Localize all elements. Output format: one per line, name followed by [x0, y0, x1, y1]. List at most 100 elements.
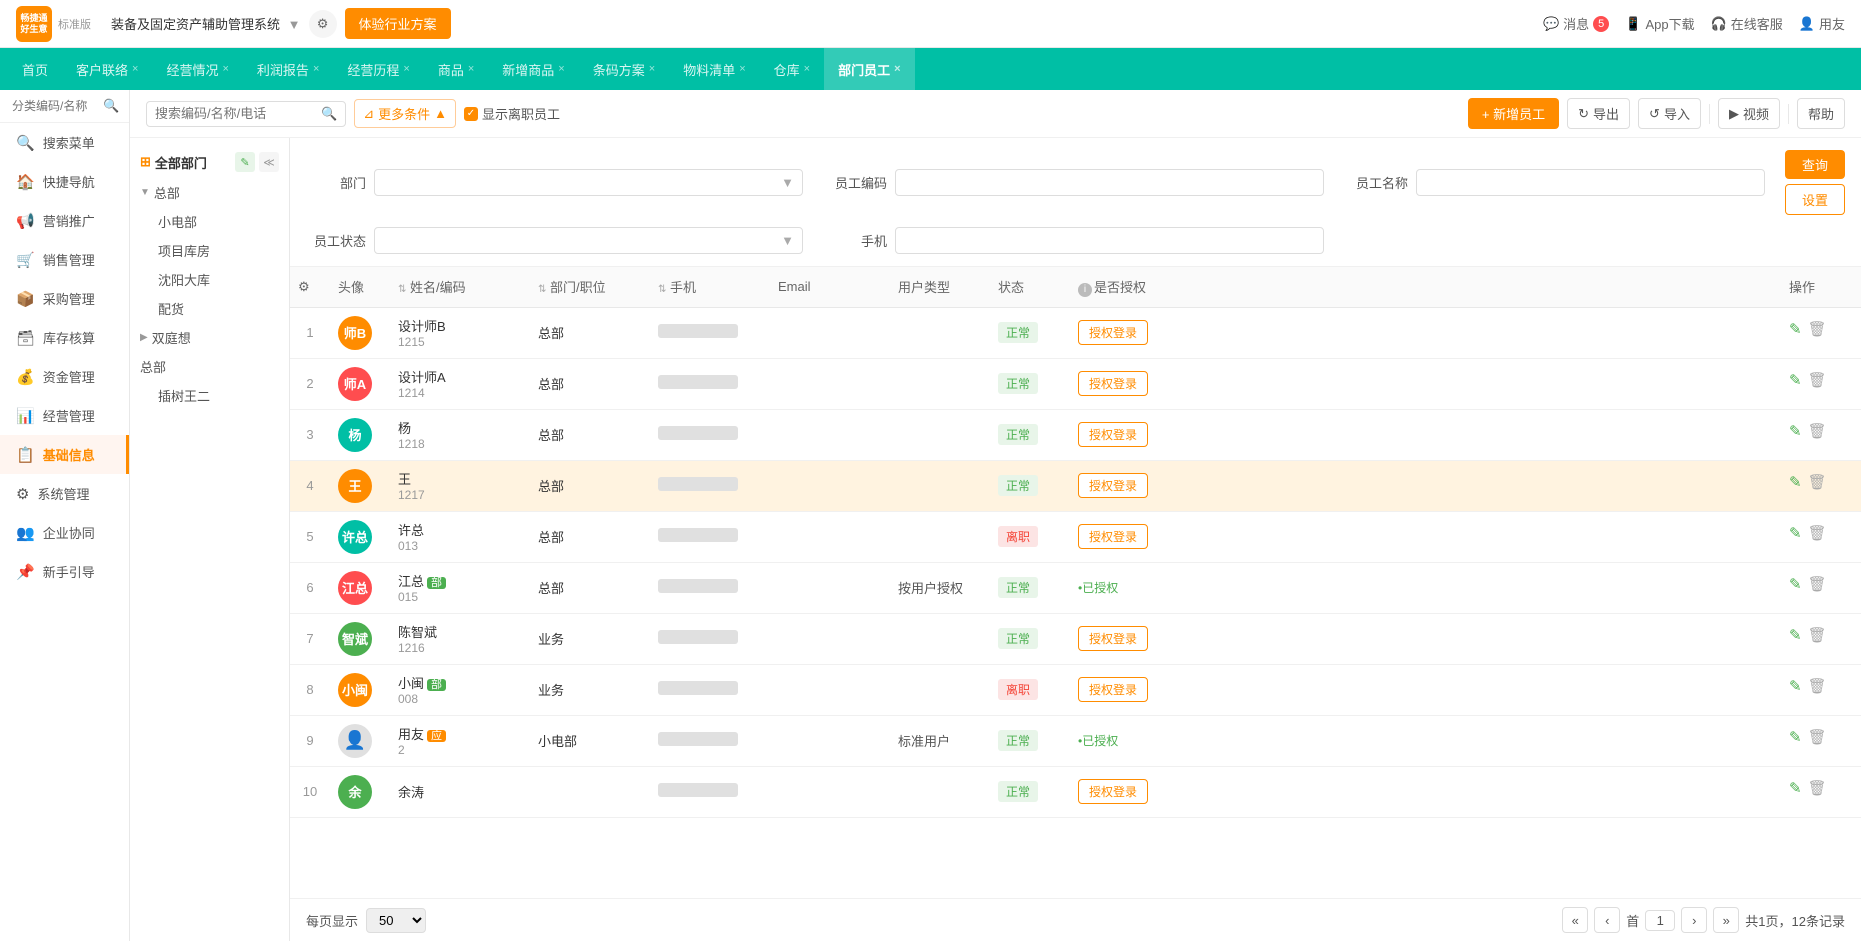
close-icon[interactable]: ×	[403, 63, 409, 75]
tab-history[interactable]: 经营历程 ×	[333, 48, 423, 90]
auth-button[interactable]: 授权登录	[1078, 320, 1148, 345]
online-service-button[interactable]: 🎧 在线客服	[1711, 14, 1783, 33]
app-download-button[interactable]: 📱 App下载	[1625, 14, 1694, 33]
tab-profit[interactable]: 利润报告 ×	[243, 48, 333, 90]
close-icon[interactable]: ×	[804, 63, 810, 75]
phone-filter-input[interactable]	[895, 227, 1324, 254]
sidebar-item-operations[interactable]: 📊 经营管理	[0, 396, 129, 435]
tab-operations[interactable]: 经营情况 ×	[152, 48, 242, 90]
tab-customer[interactable]: 客户联络 ×	[62, 48, 152, 90]
edit-button[interactable]: ✎	[1789, 422, 1802, 440]
delete-button[interactable]: 🗑	[1808, 677, 1827, 695]
delete-button[interactable]: 🗑	[1808, 320, 1827, 338]
tab-barcode[interactable]: 条码方案 ×	[579, 48, 669, 90]
current-page[interactable]: 1	[1645, 910, 1675, 931]
dept-edit-button[interactable]: ✎	[235, 152, 255, 172]
page-size-select[interactable]: 50 100	[366, 908, 426, 933]
trial-button[interactable]: 体验行业方案	[345, 8, 451, 39]
emp-name-filter-input[interactable]	[1416, 169, 1765, 196]
sidebar-search-input[interactable]	[12, 99, 97, 113]
export-button[interactable]: ↻ 导出	[1567, 98, 1630, 129]
close-icon[interactable]: ×	[739, 63, 745, 75]
settings-button[interactable]: ⚙	[309, 10, 337, 38]
sort-icon3[interactable]: ⇅	[658, 284, 666, 295]
auth-button[interactable]: 授权登录	[1078, 626, 1148, 651]
sidebar-item-purchase[interactable]: 📦 采购管理	[0, 279, 129, 318]
edit-button[interactable]: ✎	[1789, 320, 1802, 338]
user-menu[interactable]: 👤 用友	[1799, 14, 1845, 33]
dept-collapse-button[interactable]: ≪	[259, 152, 279, 172]
close-icon[interactable]: ×	[894, 63, 900, 75]
sidebar-item-finance[interactable]: 💰 资金管理	[0, 357, 129, 396]
tab-bom[interactable]: 物料清单 ×	[669, 48, 759, 90]
tab-warehouse[interactable]: 仓库 ×	[760, 48, 824, 90]
dept-node-small-elec[interactable]: 小电部	[130, 207, 289, 236]
tab-new-product[interactable]: 新增商品 ×	[488, 48, 578, 90]
auth-button[interactable]: 授权登录	[1078, 677, 1148, 702]
sidebar-item-sales[interactable]: 🛒 销售管理	[0, 240, 129, 279]
dept-node-delivery[interactable]: 配货	[130, 294, 289, 323]
close-icon[interactable]: ×	[468, 63, 474, 75]
sidebar-item-inventory[interactable]: 🗃 库存核算	[0, 318, 129, 357]
dept-node-seedling[interactable]: 插树王二	[130, 381, 289, 410]
edit-button[interactable]: ✎	[1789, 524, 1802, 542]
edit-button[interactable]: ✎	[1789, 677, 1802, 695]
next-page-button[interactable]: ›	[1681, 907, 1707, 933]
prev-page-button[interactable]: ‹	[1594, 907, 1620, 933]
delete-button[interactable]: 🗑	[1808, 575, 1827, 593]
search-submit-icon[interactable]: 🔍	[321, 106, 337, 122]
close-icon[interactable]: ×	[222, 63, 228, 75]
auth-button[interactable]: 授权登录	[1078, 524, 1148, 549]
auth-button[interactable]: 授权登录	[1078, 371, 1148, 396]
delete-button[interactable]: 🗑	[1808, 779, 1827, 797]
edit-button[interactable]: ✎	[1789, 728, 1802, 746]
set-button[interactable]: 设置	[1785, 184, 1845, 215]
close-icon[interactable]: ×	[132, 63, 138, 75]
delete-button[interactable]: 🗑	[1808, 473, 1827, 491]
dept-node-project[interactable]: 项目库房	[130, 236, 289, 265]
sidebar-item-collab[interactable]: 👥 企业协同	[0, 513, 129, 552]
query-button[interactable]: 查询	[1785, 150, 1845, 179]
delete-button[interactable]: 🗑	[1808, 626, 1827, 644]
last-page-button[interactable]: »	[1713, 907, 1739, 933]
dept-node-general[interactable]: ▼ 总部	[130, 178, 289, 207]
tab-dept-staff[interactable]: 部门员工 ×	[824, 48, 914, 90]
first-page-button[interactable]: «	[1562, 907, 1588, 933]
dept-filter-select[interactable]: ▼	[374, 169, 803, 196]
dept-node-double-think[interactable]: ▶ 双庭想	[130, 323, 289, 352]
edit-button[interactable]: ✎	[1789, 626, 1802, 644]
message-button[interactable]: 💬 消息 5	[1543, 14, 1609, 33]
delete-button[interactable]: 🗑	[1808, 728, 1827, 746]
close-icon[interactable]: ×	[313, 63, 319, 75]
sidebar-item-guide[interactable]: 📌 新手引导	[0, 552, 129, 591]
more-filter-button[interactable]: ⊿ 更多条件 ▲	[354, 99, 456, 128]
sort-icon[interactable]: ⇅	[398, 284, 406, 295]
sidebar-item-marketing[interactable]: 📢 营销推广	[0, 201, 129, 240]
video-button[interactable]: ▶ 视频	[1718, 98, 1780, 129]
delete-button[interactable]: 🗑	[1808, 422, 1827, 440]
auth-button[interactable]: 授权登录	[1078, 473, 1148, 498]
sidebar-item-basic-info[interactable]: 📋 基础信息	[0, 435, 129, 474]
edit-button[interactable]: ✎	[1789, 575, 1802, 593]
edit-button[interactable]: ✎	[1789, 371, 1802, 389]
sidebar-item-quick-nav[interactable]: 🏠 快捷导航	[0, 162, 129, 201]
search-input[interactable]	[155, 106, 315, 121]
help-button[interactable]: 帮助	[1797, 98, 1845, 129]
auth-button[interactable]: 授权登录	[1078, 779, 1148, 804]
tab-product[interactable]: 商品 ×	[424, 48, 488, 90]
delete-button[interactable]: 🗑	[1808, 371, 1827, 389]
emp-code-filter-input[interactable]	[895, 169, 1324, 196]
dept-node-shenyang[interactable]: 沈阳大库	[130, 265, 289, 294]
settings-col-icon[interactable]: ⚙	[298, 279, 310, 294]
edit-button[interactable]: ✎	[1789, 779, 1802, 797]
close-icon[interactable]: ×	[649, 63, 655, 75]
sidebar-item-search[interactable]: 🔍 搜索菜单	[0, 123, 129, 162]
dept-node-hq[interactable]: 总部	[130, 352, 289, 381]
close-icon[interactable]: ×	[558, 63, 564, 75]
edit-button[interactable]: ✎	[1789, 473, 1802, 491]
delete-button[interactable]: 🗑	[1808, 524, 1827, 542]
add-employee-button[interactable]: + 新增员工	[1468, 98, 1559, 129]
auth-button[interactable]: 授权登录	[1078, 422, 1148, 447]
show-resigned-checkbox[interactable]: ✓ 显示离职员工	[464, 104, 560, 123]
emp-status-filter-select[interactable]: ▼	[374, 227, 803, 254]
